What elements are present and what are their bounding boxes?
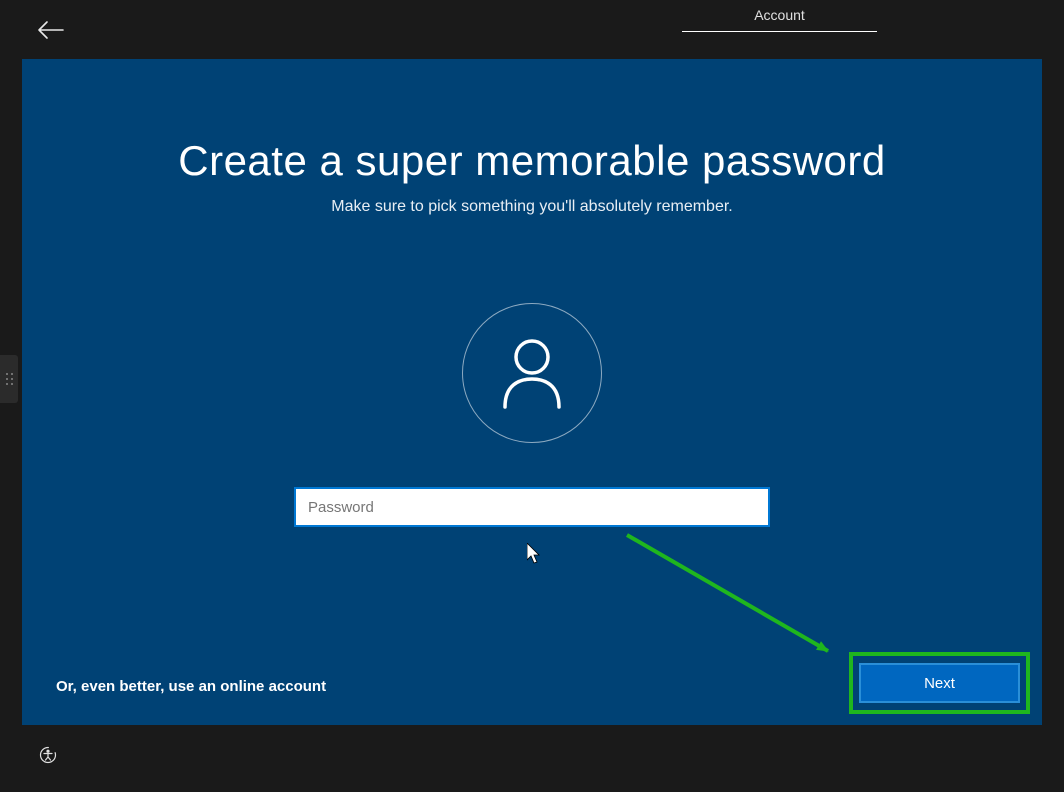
drag-handle-icon — [6, 373, 13, 385]
page-title: Create a super memorable password — [22, 137, 1042, 185]
mouse-cursor-icon — [527, 543, 543, 565]
online-account-link[interactable]: Or, even better, use an online account — [56, 678, 326, 695]
back-arrow-icon — [36, 20, 64, 40]
ease-of-access-button[interactable] — [38, 745, 58, 765]
person-icon — [499, 337, 565, 409]
avatar-placeholder — [462, 303, 602, 443]
step-tab-account: Account — [682, 0, 877, 31]
step-tab-underline — [682, 31, 877, 32]
password-input[interactable] — [294, 487, 770, 527]
drawer-handle[interactable] — [0, 355, 18, 403]
title-bar: Account — [0, 0, 1064, 59]
page-subtitle: Make sure to pick something you'll absol… — [22, 198, 1042, 216]
bottom-toolbar — [22, 735, 1042, 775]
back-button[interactable] — [32, 12, 68, 48]
next-button[interactable]: Next — [859, 663, 1020, 703]
ease-of-access-icon — [39, 746, 57, 764]
main-panel: Create a super memorable password Make s… — [22, 59, 1042, 725]
annotation-highlight-box: Next — [849, 652, 1030, 714]
